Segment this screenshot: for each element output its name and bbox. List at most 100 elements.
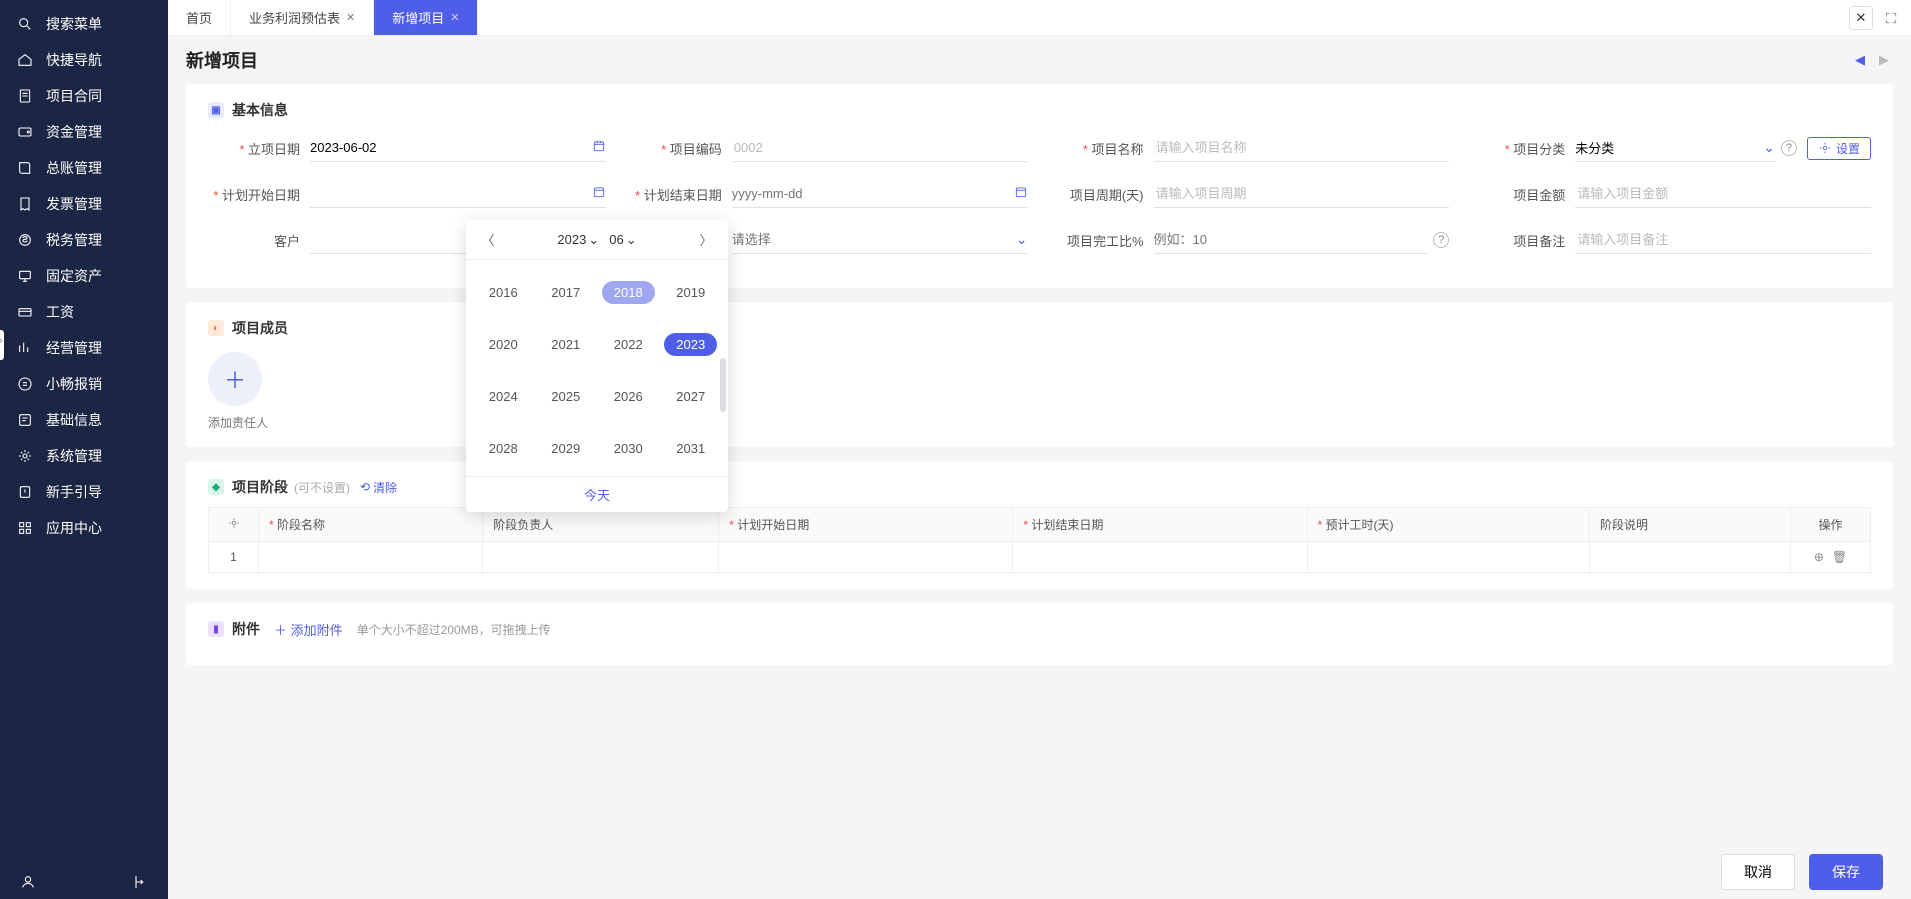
stages-card: ◆项目阶段 (可不设置) ⟲清除 阶段名称 阶段负责人 计划开始日期 计划结束日…	[186, 461, 1893, 589]
year-selector[interactable]: 2023⌄	[557, 232, 599, 248]
tab-home[interactable]: 首页	[168, 0, 231, 35]
date-picker-popover: 〈 2023⌄ 06⌄ 〉 20162017201820192020202120…	[466, 220, 728, 512]
sidebar-contract[interactable]: 项目合同	[0, 78, 168, 114]
cancel-button[interactable]: 取消	[1721, 854, 1795, 890]
col-gear[interactable]	[209, 508, 259, 542]
nav-prev-icon[interactable]: ◀	[1851, 50, 1869, 70]
chevron-down-icon[interactable]: ⌄	[1763, 139, 1775, 156]
sidebar-invoice[interactable]: 发票管理	[0, 186, 168, 222]
amount-input[interactable]	[1575, 180, 1871, 208]
sidebar-asset[interactable]: 固定资产	[0, 258, 168, 294]
tab-new-project[interactable]: 新增项目✕	[374, 0, 478, 35]
year-option-2030[interactable]: 2030	[597, 427, 660, 469]
sidebar-tax[interactable]: 税务管理	[0, 222, 168, 258]
home-icon	[16, 51, 34, 69]
sidebar-guide[interactable]: 新手引导	[0, 474, 168, 510]
gear-icon	[16, 447, 34, 465]
sidebar-footer	[0, 874, 168, 893]
section-icon: ▮	[208, 621, 224, 637]
salary-icon	[16, 303, 34, 321]
calendar-icon[interactable]	[1014, 185, 1028, 202]
close-icon[interactable]: ✕	[450, 11, 459, 24]
year-option-2020[interactable]: 2020	[472, 323, 535, 365]
help-icon[interactable]: ?	[1781, 140, 1797, 156]
nav-next-icon: ▶	[1875, 50, 1893, 70]
sidebar-salary[interactable]: 工资	[0, 294, 168, 330]
clear-stages-link[interactable]: ⟲清除	[360, 479, 397, 496]
sidebar-baseinfo[interactable]: 基础信息	[0, 402, 168, 438]
calendar-icon[interactable]	[592, 185, 606, 202]
table-row[interactable]: 1 ⊕🗑	[209, 542, 1871, 573]
basic-info-card: ▣基本信息 立项日期 项目编码 项目名称 项目分类 ⌄ ? 设置 计划开始日期 …	[186, 84, 1893, 288]
year-option-2023[interactable]: 2023	[660, 323, 723, 365]
label-name: 项目名称	[1052, 139, 1144, 158]
year-option-2024[interactable]: 2024	[472, 375, 535, 417]
plan-start-input[interactable]	[310, 186, 586, 201]
year-option-2017[interactable]: 2017	[535, 271, 598, 313]
col-start: 计划开始日期	[719, 508, 1013, 542]
year-next-button[interactable]: 〉	[694, 230, 718, 249]
year-option-2026[interactable]: 2026	[597, 375, 660, 417]
today-link[interactable]: 今天	[466, 476, 728, 512]
expand-button[interactable]	[1879, 6, 1903, 30]
year-prev-button[interactable]: 〈	[476, 230, 500, 249]
progress-input[interactable]	[1154, 232, 1428, 247]
year-option-2028[interactable]: 2028	[472, 427, 535, 469]
year-option-2027[interactable]: 2027	[660, 375, 723, 417]
month-selector[interactable]: 06⌄	[609, 232, 636, 248]
add-attachment-link[interactable]: ＋ 添加附件	[274, 620, 343, 639]
close-all-button[interactable]: ✕	[1849, 6, 1873, 30]
sidebar-operation[interactable]: 经营管理	[0, 330, 168, 366]
tab-bar: 首页 业务利润预估表✕ 新增项目✕ ✕	[168, 0, 1911, 36]
search-icon	[16, 15, 34, 33]
sidebar-quicknav[interactable]: 快捷导航	[0, 42, 168, 78]
col-end: 计划结束日期	[1013, 508, 1307, 542]
sidebar-funds[interactable]: 资金管理	[0, 114, 168, 150]
sidebar-apps[interactable]: 应用中心	[0, 510, 168, 546]
dept-select[interactable]	[732, 232, 1010, 247]
year-option-2018[interactable]: 2018	[597, 271, 660, 313]
year-option-2029[interactable]: 2029	[535, 427, 598, 469]
info-icon	[16, 411, 34, 429]
asset-icon	[16, 267, 34, 285]
plan-end-input[interactable]	[732, 186, 1008, 201]
sidebar: 搜索菜单 快捷导航 项目合同 资金管理 总账管理 发票管理 税务管理 固定资产 …	[0, 0, 168, 899]
add-member-button[interactable]: ＋	[208, 352, 262, 406]
cycle-input[interactable]	[1154, 180, 1450, 208]
add-row-icon[interactable]: ⊕	[1814, 550, 1824, 564]
year-option-2019[interactable]: 2019	[660, 271, 723, 313]
popover-scrollbar[interactable]	[720, 268, 726, 476]
save-button[interactable]: 保存	[1809, 854, 1883, 890]
label-cycle: 项目周期(天)	[1052, 185, 1144, 204]
attach-card: ▮附件 ＋ 添加附件 单个大小不超过200MB，可拖拽上传	[186, 603, 1893, 665]
sidebar-reimburse[interactable]: 小畅报销	[0, 366, 168, 402]
sidebar-foot-left-icon[interactable]	[20, 874, 36, 893]
date-input[interactable]	[310, 140, 586, 155]
year-option-2021[interactable]: 2021	[535, 323, 598, 365]
attach-hint: 单个大小不超过200MB，可拖拽上传	[357, 621, 551, 638]
close-icon[interactable]: ✕	[346, 11, 355, 24]
collapse-handle[interactable]	[0, 330, 4, 360]
code-input[interactable]	[732, 134, 1028, 162]
chevron-down-icon[interactable]: ⌄	[1016, 231, 1028, 248]
setting-button[interactable]: 设置	[1807, 137, 1871, 160]
name-input[interactable]	[1154, 134, 1450, 162]
section-icon: ◆	[208, 479, 224, 495]
label-plan-end: 计划结束日期	[630, 185, 722, 204]
main-content: 新增项目 ◀ ▶ ▣基本信息 立项日期 项目编码 项目名称 项目分类 ⌄ ? 设…	[168, 36, 1911, 899]
sidebar-ledger[interactable]: 总账管理	[0, 150, 168, 186]
year-option-2016[interactable]: 2016	[472, 271, 535, 313]
sidebar-foot-right-icon[interactable]	[132, 874, 148, 893]
sidebar-system[interactable]: 系统管理	[0, 438, 168, 474]
delete-row-icon[interactable]: 🗑	[1832, 550, 1847, 564]
sidebar-search[interactable]: 搜索菜单	[0, 6, 168, 42]
year-option-2031[interactable]: 2031	[660, 427, 723, 469]
remark-input[interactable]	[1575, 226, 1871, 254]
calendar-icon[interactable]	[592, 139, 606, 156]
help-icon[interactable]: ?	[1433, 232, 1449, 248]
col-owner: 阶段负责人	[483, 508, 719, 542]
year-option-2025[interactable]: 2025	[535, 375, 598, 417]
year-option-2022[interactable]: 2022	[597, 323, 660, 365]
category-select[interactable]	[1575, 140, 1757, 155]
tab-profit[interactable]: 业务利润预估表✕	[231, 0, 374, 35]
